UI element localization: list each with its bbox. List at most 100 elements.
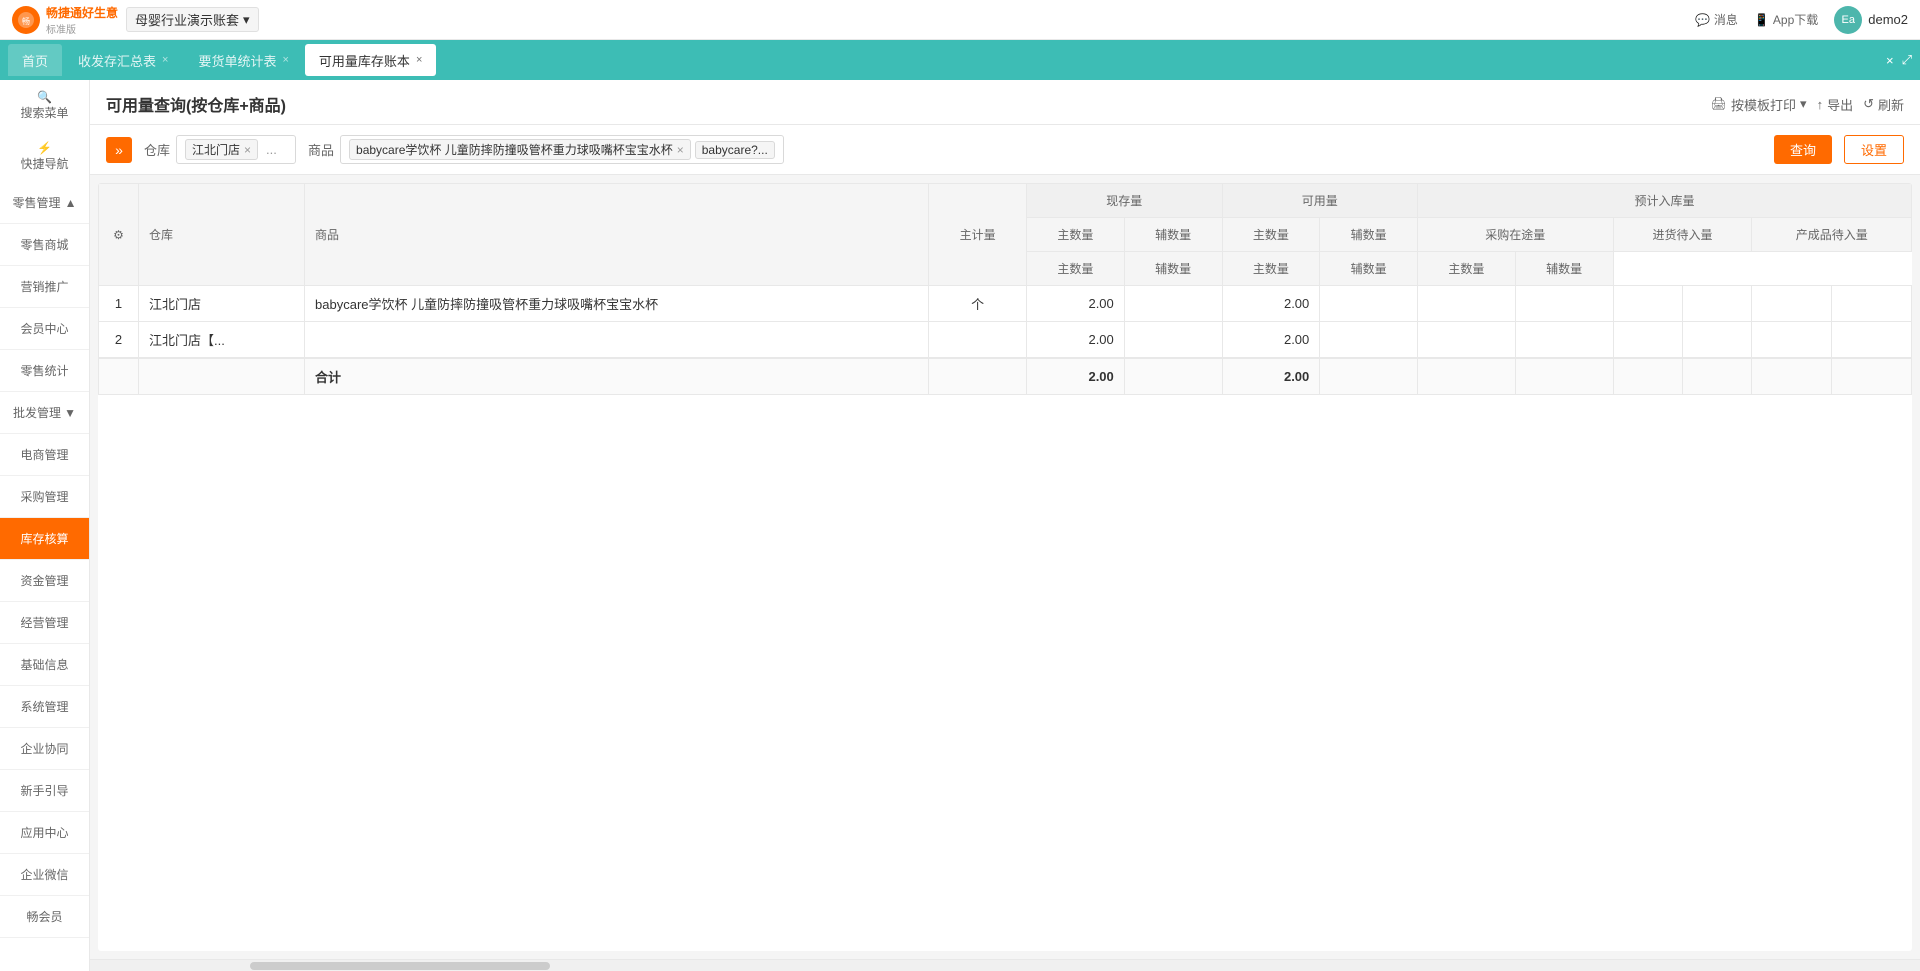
tab-home[interactable]: 首页: [8, 44, 62, 76]
sidebar-item-operations[interactable]: 经营管理: [0, 602, 89, 644]
sidebar-item-inventory[interactable]: 库存核算: [0, 518, 89, 560]
tab-order-stats-label: 要货单统计表: [198, 51, 276, 70]
row2-warehouse: 江北门店【...: [139, 322, 305, 359]
sidebar-item-retail-mgmt[interactable]: 零售管理 ▲: [0, 182, 89, 224]
footer-stock-main: 2.00: [1027, 358, 1125, 395]
sidebar: 🔍 搜索菜单 ⚡ 快捷导航 零售管理 ▲ 零售商城 营销推广 会员中心 零售统计…: [0, 80, 90, 971]
product-tag1-value: babycare学饮杯 儿童防摔防撞吸管杯重力球吸嘴杯宝宝水杯: [356, 141, 673, 158]
warehouse-col-header: 仓库: [139, 184, 305, 286]
retail-stats-label: 零售统计: [20, 364, 68, 378]
sidebar-item-finance[interactable]: 资金管理: [0, 560, 89, 602]
sidebar-quick-label: 快捷导航: [8, 155, 81, 172]
tab-available-stock-label: 可用量库存账本: [319, 51, 410, 70]
store-selector[interactable]: 母婴行业演示账套 ▾: [126, 7, 259, 32]
settings-col-header[interactable]: ⚙: [99, 184, 139, 286]
sidebar-item-wechat[interactable]: 企业微信: [0, 854, 89, 896]
product-label: 商品: [308, 140, 334, 159]
product-pending-header: 产成品待入量: [1752, 218, 1912, 252]
print-btn[interactable]: 🖨 按模板打印 ▾: [1711, 95, 1807, 114]
sidebar-item-vip[interactable]: 畅会员: [0, 896, 89, 938]
warehouse-tag: 江北门店 ×: [185, 139, 258, 160]
horizontal-scrollbar[interactable]: [90, 959, 1920, 971]
row2-avail-aux: [1320, 322, 1418, 359]
tab-receipts[interactable]: 收发存汇总表 ×: [64, 44, 182, 76]
warehouse-dots[interactable]: ...: [262, 142, 281, 157]
top-bar-left: 畅 畅捷通好生意 标准版 母婴行业演示账套 ▾: [12, 4, 259, 36]
tab-order-stats[interactable]: 要货单统计表 ×: [184, 44, 302, 76]
tab-available-stock[interactable]: 可用量库存账本 ×: [305, 44, 436, 76]
warehouse-label: 仓库: [144, 140, 170, 159]
sidebar-item-wholesale[interactable]: 批发管理 ▼: [0, 392, 89, 434]
tab-home-label: 首页: [22, 51, 48, 70]
tab-order-stats-close[interactable]: ×: [282, 54, 288, 66]
warehouse-input[interactable]: 江北门店 × ...: [176, 135, 296, 164]
store-name: 母婴行业演示账套: [135, 10, 239, 29]
retail-mgmt-label: 零售管理: [13, 194, 61, 211]
avail-aux-header: 辅数量: [1320, 218, 1418, 252]
arrow-icon: ▲: [65, 196, 77, 210]
close-all-tabs[interactable]: ×: [1886, 53, 1894, 68]
operations-label: 经营管理: [20, 616, 68, 630]
sidebar-item-retail-shop[interactable]: 零售商城: [0, 224, 89, 266]
purchase-transit-header: 采购在途量: [1418, 218, 1614, 252]
footer-empty2: [139, 358, 305, 395]
footer-pur-pend-main: [1613, 358, 1682, 395]
user-area[interactable]: Ea demo2: [1834, 6, 1908, 34]
sidebar-item-system[interactable]: 系统管理: [0, 686, 89, 728]
refresh-label: 刷新: [1878, 95, 1904, 114]
refresh-btn[interactable]: ↺ 刷新: [1863, 95, 1904, 114]
finance-label: 资金管理: [20, 574, 68, 588]
product-input[interactable]: babycare学饮杯 儿童防摔防撞吸管杯重力球吸嘴杯宝宝水杯 × babyca…: [340, 135, 784, 164]
table-footer-row: 合计 2.00 2.00: [99, 358, 1912, 395]
sidebar-item-guide[interactable]: 新手引导: [0, 770, 89, 812]
main-layout: 🔍 搜索菜单 ⚡ 快捷导航 零售管理 ▲ 零售商城 营销推广 会员中心 零售统计…: [0, 80, 1920, 971]
app-download-action[interactable]: 📱 App下载: [1754, 11, 1818, 28]
print-label: 按模板打印: [1731, 95, 1796, 114]
row1-prod-pend-aux: [1832, 286, 1912, 322]
footer-pur-pend-aux: [1682, 358, 1751, 395]
tab-receipts-close[interactable]: ×: [162, 54, 168, 66]
footer-pur-transit-aux: [1515, 358, 1613, 395]
inventory-label: 库存核算: [20, 532, 68, 546]
user-name: demo2: [1868, 12, 1908, 27]
sidebar-item-basic-info[interactable]: 基础信息: [0, 644, 89, 686]
maximize-icon[interactable]: ⤢: [1902, 52, 1912, 68]
product-tag1-close[interactable]: ×: [677, 143, 684, 157]
app-name: 畅捷通好生意: [46, 4, 118, 21]
table-row: 2 江北门店【... 2.00 2.00: [99, 322, 1912, 359]
row2-stock-aux: [1124, 322, 1222, 359]
row1-seq: 1: [99, 286, 139, 322]
query-button[interactable]: 查询: [1774, 135, 1832, 164]
row1-pur-pend-aux: [1682, 286, 1751, 322]
row1-avail-aux: [1320, 286, 1418, 322]
sidebar-item-purchase[interactable]: 采购管理: [0, 476, 89, 518]
retail-shop-label: 零售商城: [20, 238, 68, 252]
sidebar-quick-nav[interactable]: ⚡ 快捷导航: [0, 131, 89, 182]
sidebar-item-app-center[interactable]: 应用中心: [0, 812, 89, 854]
purchase-label: 采购管理: [20, 490, 68, 504]
row2-avail-main: 2.00: [1222, 322, 1320, 359]
quick-nav-icon: ⚡: [37, 141, 52, 155]
basic-info-label: 基础信息: [20, 658, 68, 672]
sidebar-item-marketing[interactable]: 营销推广: [0, 266, 89, 308]
product-tag2-value: babycare?...: [702, 143, 768, 157]
row1-goods: babycare学饮杯 儿童防摔防撞吸管杯重力球吸嘴杯宝宝水杯: [305, 286, 929, 322]
sidebar-search[interactable]: 🔍 搜索菜单: [0, 80, 89, 131]
filter-expand-btn[interactable]: »: [106, 137, 132, 163]
pur-pend-aux-header: 辅数量: [1320, 252, 1418, 286]
sidebar-item-ecommerce[interactable]: 电商管理: [0, 434, 89, 476]
nav-tabs: 首页 收发存汇总表 × 要货单统计表 × 可用量库存账本 × × ⤢: [0, 40, 1920, 80]
export-btn[interactable]: ↑ 导出: [1817, 95, 1854, 114]
tab-available-stock-close[interactable]: ×: [416, 54, 422, 66]
sidebar-item-member[interactable]: 会员中心: [0, 308, 89, 350]
goods-col-header: 商品: [305, 184, 929, 286]
sidebar-item-enterprise[interactable]: 企业协同: [0, 728, 89, 770]
ecommerce-label: 电商管理: [20, 448, 68, 462]
sidebar-item-retail-stats[interactable]: 零售统计: [0, 350, 89, 392]
warehouse-tag-close[interactable]: ×: [244, 143, 251, 157]
message-action[interactable]: 💬 消息: [1695, 11, 1738, 28]
footer-avail-aux: [1320, 358, 1418, 395]
svg-text:畅: 畅: [22, 16, 30, 26]
setting-button[interactable]: 设置: [1844, 135, 1904, 164]
scrollbar-thumb[interactable]: [250, 962, 550, 970]
